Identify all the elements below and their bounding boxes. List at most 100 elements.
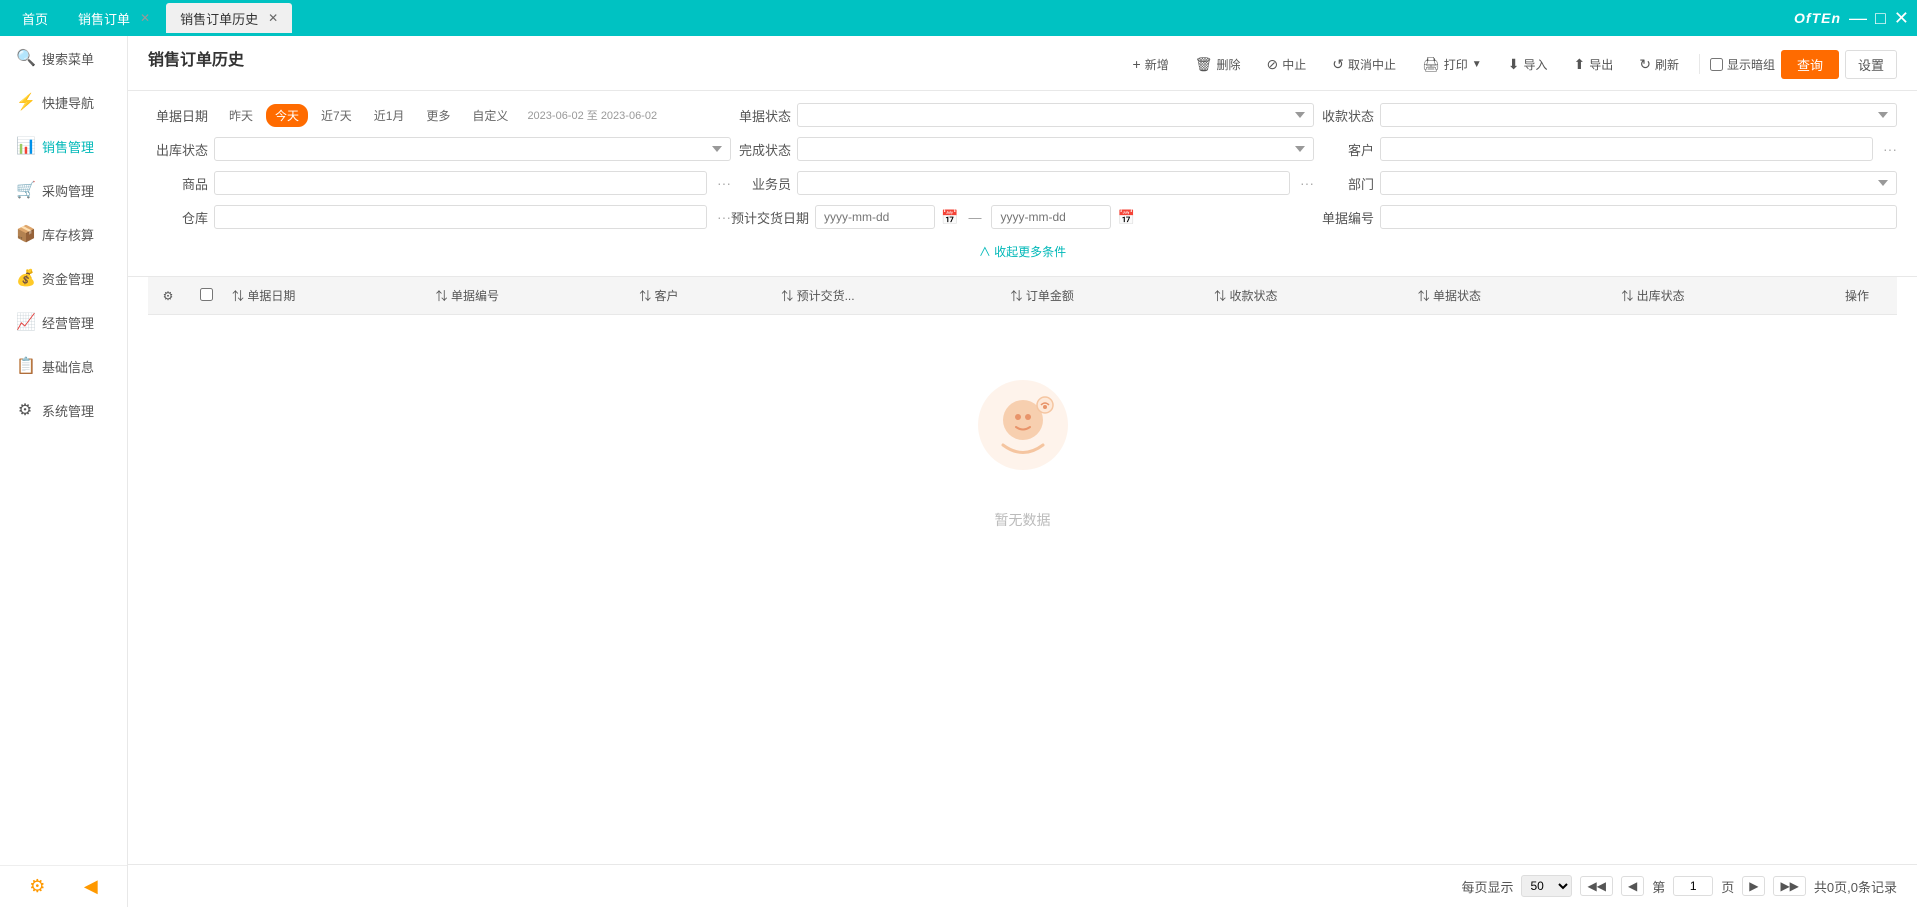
set-button[interactable]: 设置 [1845, 50, 1897, 79]
sidebar-item-finance[interactable]: 💰 资金管理 [0, 256, 127, 300]
filter-customer-label: 客户 [1314, 140, 1374, 159]
filter-warehouse-input[interactable] [214, 205, 707, 229]
filter-product-input[interactable] [214, 171, 707, 195]
filter-customer: 客户 ··· [1314, 137, 1897, 161]
page-input[interactable] [1673, 876, 1713, 896]
filter-delivery-date-label: 预计交货日期 [731, 208, 809, 227]
brand-text: OfTEn [1794, 10, 1841, 26]
calendar-to-icon[interactable]: 📅 [1117, 209, 1134, 226]
pill-more[interactable]: 更多 [417, 104, 459, 127]
th-settings: ⚙ [148, 277, 188, 315]
tab-bar: 首页 销售订单 ✕ 销售订单历史 ✕ [8, 3, 292, 33]
calendar-from-icon[interactable]: 📅 [941, 209, 958, 226]
sidebar-item-inventory[interactable]: 📦 库存核算 [0, 212, 127, 256]
minimize-button[interactable]: — [1849, 8, 1867, 29]
sidebar-item-search-menu[interactable]: 🔍 搜索菜单 [0, 36, 127, 80]
filter-delivery-date-from[interactable] [815, 205, 935, 229]
last-page-button[interactable]: ▶▶ [1773, 876, 1805, 896]
filter-complete-status-select[interactable] [797, 137, 1314, 161]
pill-today[interactable]: 今天 [266, 104, 308, 127]
display-col-check[interactable]: 显示暗组 [1710, 56, 1775, 73]
data-table: ⚙ ⇅ 单据日期 ⇅ 单据编号 ⇅ 客户 [148, 277, 1897, 315]
import-icon: ⬇ [1508, 56, 1520, 73]
tab-sales-order[interactable]: 销售订单 ✕ [64, 3, 164, 33]
quick-nav-icon: ⚡ [16, 92, 34, 112]
maximize-button[interactable]: □ [1875, 8, 1886, 29]
sidebar-bottom: ⚙ ◀ [0, 865, 127, 907]
tab-sales-order-history-close[interactable]: ✕ [268, 11, 278, 25]
stop-button[interactable]: ⊘ 中止 [1257, 51, 1317, 78]
collapse-button[interactable]: ∧ 收起更多条件 [148, 239, 1897, 264]
date-range-text: 2023-06-02 至 2023-06-02 [527, 107, 657, 123]
th-payment-status: ⇅ 收款状态 [1206, 277, 1410, 315]
filter-row-1: 单据日期 昨天 今天 近7天 近1月 更多 自定义 2023-06-02 至 2… [148, 103, 1897, 127]
new-button[interactable]: + 新增 [1123, 51, 1179, 78]
filter-complete-status: 完成状态 [731, 137, 1314, 161]
print-button[interactable]: 🖨 打印 ▼ [1412, 51, 1492, 78]
delete-icon: 🗑 [1195, 56, 1213, 73]
filter-payment-status-select[interactable] [1380, 103, 1897, 127]
pill-1month[interactable]: 近1月 [365, 104, 414, 127]
filter-salesman-label: 业务员 [731, 174, 791, 193]
pill-7days[interactable]: 近7天 [312, 104, 361, 127]
filter-salesman-ellipsis[interactable]: ··· [1300, 175, 1314, 191]
close-button[interactable]: ✕ [1894, 8, 1909, 29]
tab-sales-order-close[interactable]: ✕ [140, 11, 150, 25]
tab-sales-order-history-label: 销售订单历史 [180, 9, 258, 28]
sidebar-settings-icon[interactable]: ⚙ [29, 876, 45, 897]
th-doc-date: ⇅ 单据日期 [224, 277, 428, 315]
stop-icon: ⊘ [1267, 56, 1279, 73]
filter-out-status-select[interactable] [214, 137, 731, 161]
sidebar-item-basic-info-label: 基础信息 [42, 357, 94, 376]
pill-yesterday[interactable]: 昨天 [220, 104, 262, 127]
next-page-button[interactable]: ▶ [1742, 876, 1765, 896]
operations-icon: 📈 [16, 312, 34, 332]
display-col-checkbox[interactable] [1710, 58, 1723, 71]
filter-warehouse: 仓库 ··· [148, 205, 731, 229]
date-range: 昨天 今天 近7天 近1月 更多 自定义 2023-06-02 至 2023-0… [214, 104, 731, 127]
page-header-section: 销售订单历史 + 新增 🗑 删除 ⊘ 中止 ↺ [128, 36, 1917, 91]
sidebar: 🔍 搜索菜单 ⚡ 快捷导航 📊 销售管理 🛒 采购管理 📦 库存核算 💰 资金管… [0, 36, 128, 907]
delete-button[interactable]: 🗑 删除 [1185, 51, 1251, 78]
filter-customer-ellipsis[interactable]: ··· [1883, 141, 1897, 157]
th-doc-status: ⇅ 单据状态 [1410, 277, 1614, 315]
tab-sales-order-history[interactable]: 销售订单历史 ✕ [166, 3, 292, 33]
sidebar-item-basic-info[interactable]: 📋 基础信息 [0, 344, 127, 388]
sidebar-item-purchase-mgmt-label: 采购管理 [42, 181, 94, 200]
import-button[interactable]: ⬇ 导入 [1498, 51, 1558, 78]
pill-custom[interactable]: 自定义 [463, 104, 517, 127]
filter-doc-no-input[interactable] [1380, 205, 1897, 229]
filter-dept-select[interactable] [1380, 171, 1897, 195]
filter-product-ellipsis[interactable]: ··· [717, 175, 731, 191]
table-header-row: ⚙ ⇅ 单据日期 ⇅ 单据编号 ⇅ 客户 [148, 277, 1897, 315]
settings-icon[interactable]: ⚙ [163, 289, 174, 303]
sidebar-item-sales-mgmt[interactable]: 📊 销售管理 [0, 124, 127, 168]
select-all-checkbox[interactable] [200, 288, 213, 301]
th-out-status: ⇅ 出库状态 [1613, 277, 1817, 315]
cancel-stop-button[interactable]: ↺ 取消中止 [1322, 51, 1406, 78]
filter-doc-status-select[interactable] [797, 103, 1314, 127]
filter-delivery-date-to[interactable] [991, 205, 1111, 229]
filter-doc-date: 单据日期 昨天 今天 近7天 近1月 更多 自定义 2023-06-02 至 2… [148, 104, 731, 127]
filter-customer-input[interactable] [1380, 137, 1873, 161]
filter-out-status-label: 出库状态 [148, 140, 208, 159]
sidebar-item-system-mgmt[interactable]: ⚙ 系统管理 [0, 388, 127, 432]
filter-warehouse-ellipsis[interactable]: ··· [717, 209, 731, 225]
export-button[interactable]: ⬆ 导出 [1563, 51, 1623, 78]
filter-salesman-input[interactable] [797, 171, 1290, 195]
page-size-select[interactable]: 50 10 20 100 [1521, 875, 1572, 897]
system-mgmt-icon: ⚙ [16, 400, 34, 420]
table-area: ⚙ ⇅ 单据日期 ⇅ 单据编号 ⇅ 客户 [128, 277, 1917, 864]
refresh-button[interactable]: ↻ 刷新 [1629, 51, 1689, 78]
sidebar-item-purchase-mgmt[interactable]: 🛒 采购管理 [0, 168, 127, 212]
sidebar-item-quick-nav[interactable]: ⚡ 快捷导航 [0, 80, 127, 124]
prev-page-button[interactable]: ◀ [1621, 876, 1644, 896]
query-button[interactable]: 查询 [1781, 50, 1839, 79]
page-end-word: 页 [1721, 877, 1734, 896]
sidebar-collapse-icon[interactable]: ◀ [84, 876, 98, 897]
top-bar: 首页 销售订单 ✕ 销售订单历史 ✕ OfTEn — □ ✕ [0, 0, 1917, 36]
th-delivery-date: ⇅ 预计交货... [773, 277, 1002, 315]
sidebar-item-operations[interactable]: 📈 经营管理 [0, 300, 127, 344]
tab-home[interactable]: 首页 [8, 3, 62, 33]
first-page-button[interactable]: ◀◀ [1580, 876, 1612, 896]
